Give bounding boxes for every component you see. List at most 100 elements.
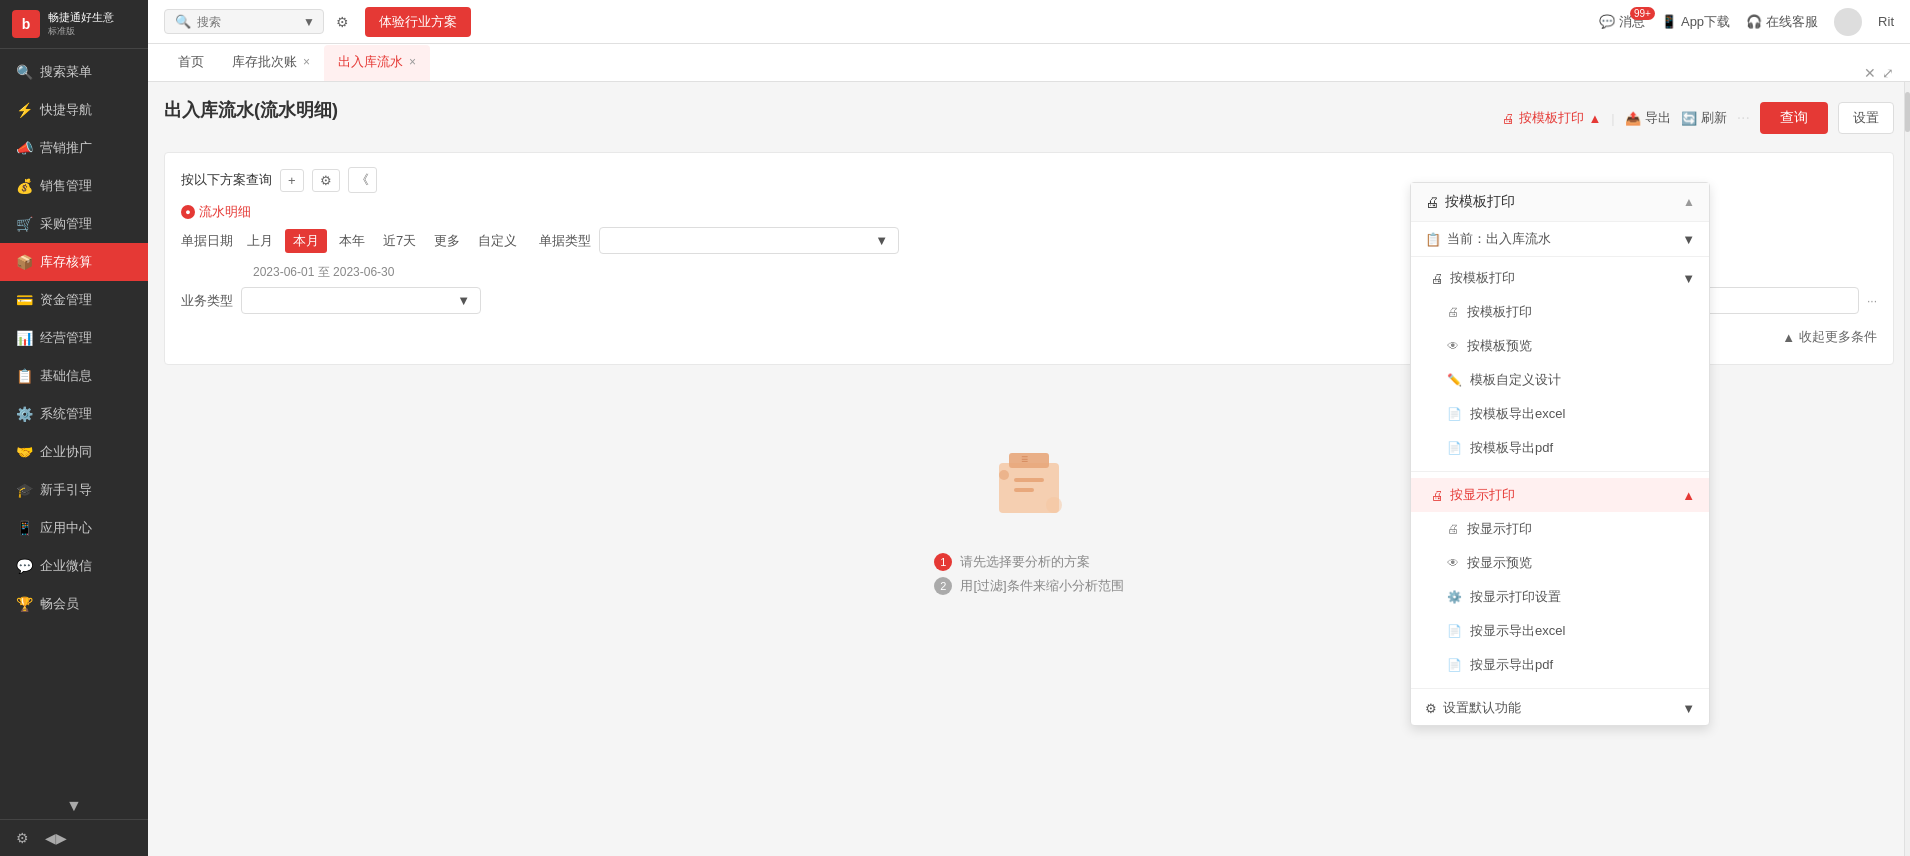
username-label[interactable]: Rit [1878, 14, 1894, 29]
guide-nav-icon: 🎓 [16, 482, 32, 498]
template-section-arrow: ▼ [1682, 271, 1695, 286]
sidebar-item-sales[interactable]: 💰 销售管理 [0, 167, 148, 205]
online-service-button[interactable]: 🎧 在线客服 [1746, 13, 1818, 31]
search-add-button[interactable]: + [280, 169, 304, 192]
date-custom[interactable]: 自定义 [472, 229, 523, 253]
app-download-button[interactable]: 📱 App下载 [1661, 13, 1730, 31]
current-arrow[interactable]: ▼ [1682, 232, 1695, 247]
search-icon: 🔍 [175, 14, 191, 29]
sidebar-item-system[interactable]: ⚙️ 系统管理 [0, 395, 148, 433]
scrollbar-track[interactable] [1904, 82, 1910, 856]
dropdown-item-display-excel[interactable]: 📄 按显示导出excel [1411, 614, 1709, 648]
tab-inventory-batch[interactable]: 库存批次账 × [218, 45, 324, 81]
sidebar-item-marketing[interactable]: 📣 营销推广 [0, 129, 148, 167]
window-close-icon[interactable]: ✕ [1864, 65, 1876, 81]
topbar-search[interactable]: 🔍 ▼ [164, 9, 324, 34]
sidebar-item-label: 应用中心 [40, 519, 92, 537]
main-content: 🔍 ▼ ⚙ 体验行业方案 💬 消息 99+ 📱 App下载 🎧 在线客服 Rit [148, 0, 1910, 856]
logo-badge: 标准版 [48, 25, 114, 38]
sidebar: b 畅捷通好生意 标准版 🔍 搜索菜单 ⚡ 快捷导航 📣 营销推广 💰 销售管理… [0, 0, 148, 856]
tab-warehouse-flow[interactable]: 出入库流水 × [324, 45, 430, 81]
sidebar-item-label: 资金管理 [40, 291, 92, 309]
dropdown-item-display-print[interactable]: 🖨 按显示打印 [1411, 512, 1709, 546]
tab-warehouse-flow-close[interactable]: × [409, 55, 416, 69]
sidebar-item-search[interactable]: 🔍 搜索菜单 [0, 53, 148, 91]
sidebar-item-quick[interactable]: ⚡ 快捷导航 [0, 91, 148, 129]
settings-bottom-icon[interactable]: ⚙ [16, 830, 29, 846]
sidebar-item-collab[interactable]: 🤝 企业协同 [0, 433, 148, 471]
sidebar-item-guide[interactable]: 🎓 新手引导 [0, 471, 148, 509]
export-button[interactable]: 📤 导出 [1625, 109, 1671, 127]
dropdown-item-template-pdf[interactable]: 📄 按模板导出pdf [1411, 431, 1709, 465]
set-default-label: 设置默认功能 [1443, 699, 1521, 717]
sidebar-item-vip[interactable]: 🏆 畅会员 [0, 585, 148, 623]
dropdown-item-template-print[interactable]: 🖨 按模板打印 [1411, 295, 1709, 329]
trial-button[interactable]: 体验行业方案 [365, 7, 471, 37]
sidebar-item-apps[interactable]: 📱 应用中心 [0, 509, 148, 547]
search-settings-button[interactable]: ⚙ [312, 169, 340, 192]
template-pdf-label: 按模板导出pdf [1470, 439, 1553, 457]
dropdown-item-template-excel[interactable]: 📄 按模板导出excel [1411, 397, 1709, 431]
print-label: 按模板打印 [1519, 109, 1584, 127]
sidebar-item-operations[interactable]: 📊 经营管理 [0, 319, 148, 357]
page-title: 出入库流水(流水明细) [164, 98, 338, 122]
search-collapse-button[interactable]: 《 [348, 167, 377, 193]
tab-inventory-batch-close[interactable]: × [303, 55, 310, 69]
collapse-label: 收起更多条件 [1799, 328, 1877, 346]
window-expand-icon[interactable]: ⤢ [1882, 65, 1894, 81]
display-section-header[interactable]: 🖨 按显示打印 ▲ [1411, 478, 1709, 512]
sidebar-item-finance[interactable]: 💳 资金管理 [0, 281, 148, 319]
dropdown-collapse-btn[interactable]: ▲ [1683, 195, 1695, 209]
tab-home[interactable]: 首页 [164, 45, 218, 81]
template-print-icon: 🖨 [1447, 305, 1459, 319]
empty-steps: 1 请先选择要分析的方案 2 用[过滤]条件来缩小分析范围 [934, 553, 1123, 601]
date-this-month[interactable]: 本月 [285, 229, 327, 253]
service-icon: 🎧 [1746, 14, 1762, 29]
basics-nav-icon: 📋 [16, 368, 32, 384]
app-label: App下载 [1681, 13, 1730, 31]
doc-type-arrow: ▼ [875, 233, 888, 248]
dropdown-item-template-design[interactable]: ✏️ 模板自定义设计 [1411, 363, 1709, 397]
sidebar-item-label: 系统管理 [40, 405, 92, 423]
search-dropdown-icon[interactable]: ▼ [303, 15, 315, 29]
refresh-button[interactable]: 🔄 刷新 [1681, 109, 1727, 127]
sidebar-item-inventory[interactable]: 📦 库存核算 [0, 243, 148, 281]
sidebar-item-purchase[interactable]: 🛒 采购管理 [0, 205, 148, 243]
sidebar-bottom: ⚙ ◀▶ [0, 819, 148, 856]
svg-point-5 [1046, 497, 1062, 513]
template-section-header[interactable]: 🖨 按模板打印 ▼ [1411, 261, 1709, 295]
finance-nav-icon: 💳 [16, 292, 32, 308]
search-label: 按以下方案查询 [181, 171, 272, 189]
dropdown-item-display-preview[interactable]: 👁 按显示预览 [1411, 546, 1709, 580]
message-button[interactable]: 💬 消息 99+ [1599, 13, 1645, 31]
sidebar-item-label: 库存核算 [40, 253, 92, 271]
search-input[interactable] [197, 15, 297, 29]
date-last-month[interactable]: 上月 [241, 229, 279, 253]
query-button[interactable]: 查询 [1760, 102, 1828, 134]
sidebar-scroll-down[interactable]: ▼ [0, 793, 148, 819]
date-this-year[interactable]: 本年 [333, 229, 371, 253]
date-7days[interactable]: 近7天 [377, 229, 422, 253]
scroll-down-icon[interactable]: ▼ [66, 797, 82, 815]
sidebar-item-wechat[interactable]: 💬 企业微信 [0, 547, 148, 585]
dropdown-item-display-pdf[interactable]: 📄 按显示导出pdf [1411, 648, 1709, 682]
sidebar-item-basics[interactable]: 📋 基础信息 [0, 357, 148, 395]
collapse-button[interactable]: ▲ 收起更多条件 [1782, 328, 1877, 346]
date-more[interactable]: 更多 [428, 229, 466, 253]
scrollbar-thumb[interactable] [1905, 92, 1910, 132]
collapse-sidebar-icon[interactable]: ◀▶ [45, 830, 67, 846]
warehouse-more-icon[interactable]: ··· [1867, 294, 1877, 308]
settings-button[interactable]: 设置 [1838, 102, 1894, 134]
print-button[interactable]: 🖨 按模板打印 ▲ [1502, 109, 1601, 127]
template-design-icon: ✏️ [1447, 373, 1462, 387]
topbar-gear-icon[interactable]: ⚙ [336, 14, 349, 30]
service-label: 在线客服 [1766, 13, 1818, 31]
avatar[interactable] [1834, 8, 1862, 36]
doc-type-dropdown[interactable]: ▼ [599, 227, 899, 254]
display-settings-label: 按显示打印设置 [1470, 588, 1561, 606]
tab-home-label: 首页 [178, 53, 204, 71]
dropdown-item-template-preview[interactable]: 👁 按模板预览 [1411, 329, 1709, 363]
set-default-item[interactable]: ⚙ 设置默认功能 ▼ [1411, 691, 1709, 725]
biz-type-dropdown[interactable]: ▼ [241, 287, 481, 314]
dropdown-item-display-settings[interactable]: ⚙️ 按显示打印设置 [1411, 580, 1709, 614]
